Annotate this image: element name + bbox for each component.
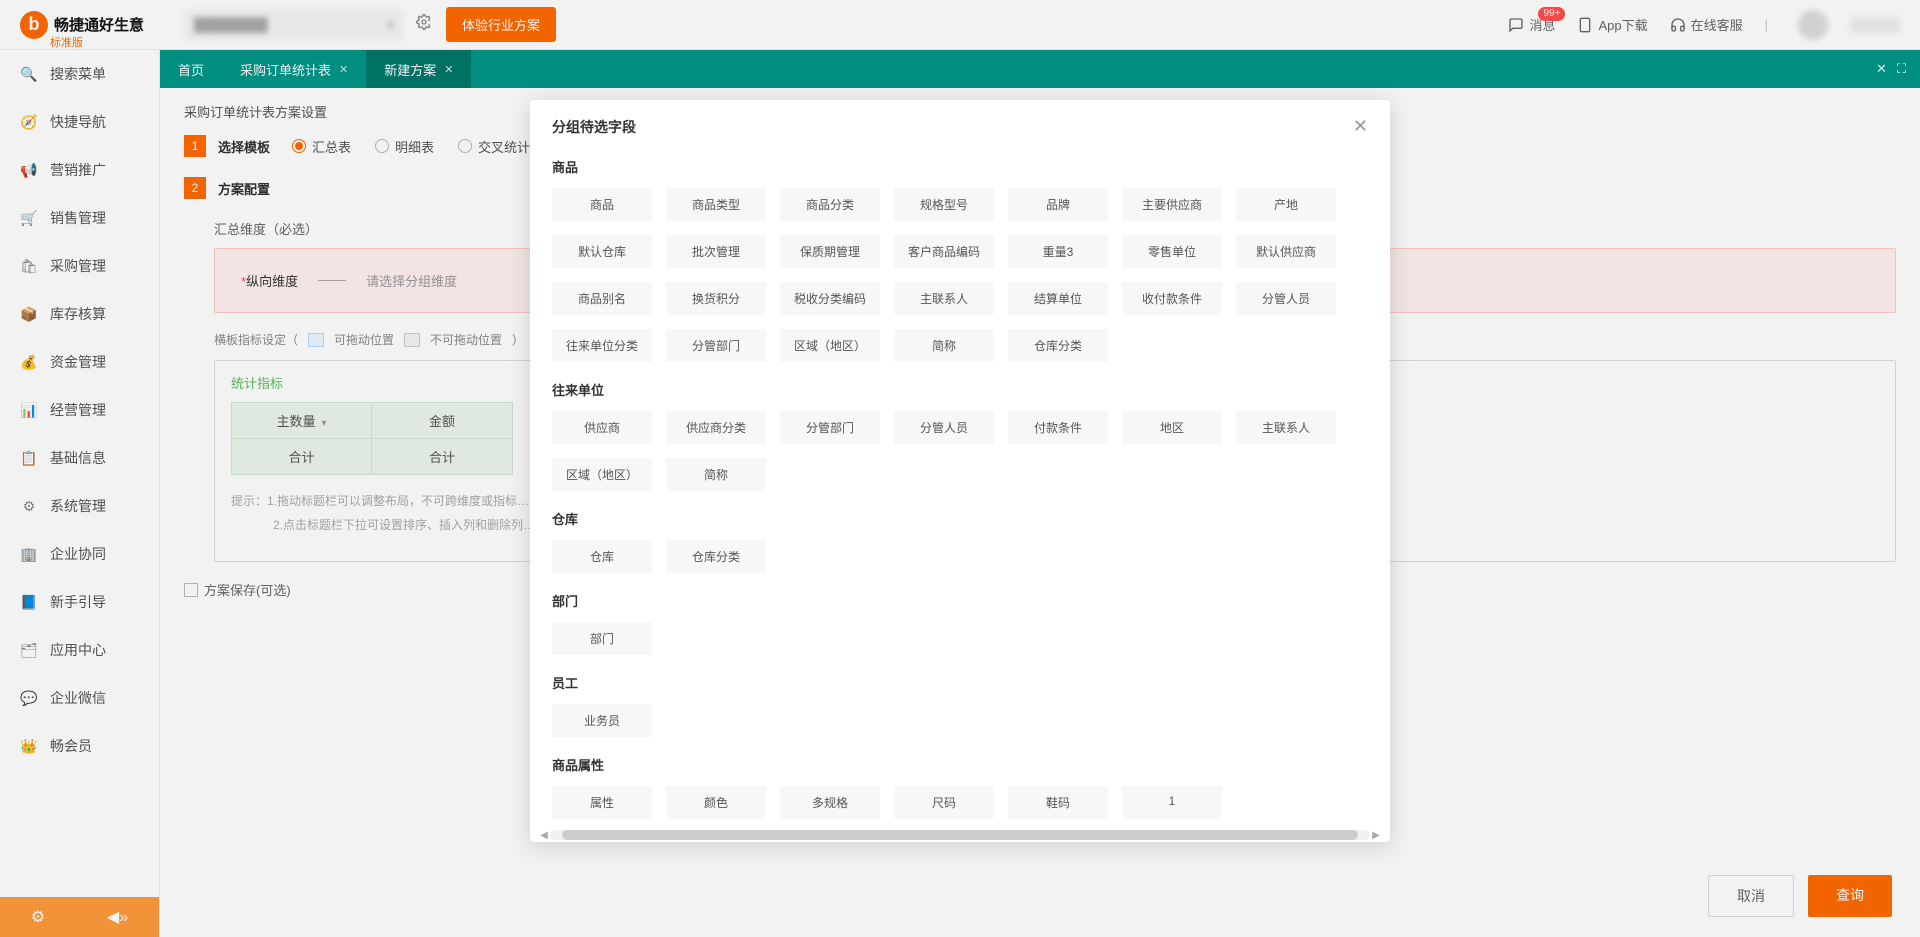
field-chip-grid: 部门	[552, 622, 1368, 655]
field-chip-grid: 商品商品类型商品分类规格型号品牌主要供应商产地默认仓库批次管理保质期管理客户商品…	[552, 188, 1368, 362]
field-chip[interactable]: 供应商分类	[666, 411, 766, 444]
field-section-title: 商品	[552, 157, 1368, 176]
field-section: 仓库仓库仓库分类	[552, 509, 1368, 573]
modal-h-scrollbar[interactable]: ◀ ▶	[530, 828, 1390, 842]
field-chip[interactable]: 地区	[1122, 411, 1222, 444]
field-chip[interactable]: 主联系人	[1236, 411, 1336, 444]
field-chip[interactable]: 收付款条件	[1122, 282, 1222, 315]
field-chip[interactable]: 批次管理	[666, 235, 766, 268]
field-chip[interactable]: 部门	[552, 622, 652, 655]
field-chip[interactable]: 区域（地区）	[552, 458, 652, 491]
field-chip[interactable]: 分管部门	[666, 329, 766, 362]
field-chip[interactable]: 默认仓库	[552, 235, 652, 268]
field-chip[interactable]: 分管人员	[1236, 282, 1336, 315]
field-selector-modal: 分组待选字段 ✕ 商品商品商品类型商品分类规格型号品牌主要供应商产地默认仓库批次…	[530, 100, 1390, 842]
field-section: 往来单位供应商供应商分类分管部门分管人员付款条件地区主联系人区域（地区） 简称	[552, 380, 1368, 491]
field-section-title: 部门	[552, 591, 1368, 610]
field-chip[interactable]: 商品别名	[552, 282, 652, 315]
field-chip[interactable]: 属性	[552, 786, 652, 819]
field-chip[interactable]: 产地	[1236, 188, 1336, 221]
field-section-title: 往来单位	[552, 380, 1368, 399]
modal-close-icon[interactable]: ✕	[1353, 116, 1368, 137]
field-chip[interactable]: 1	[1122, 786, 1222, 819]
field-chip[interactable]: 商品分类	[780, 188, 880, 221]
field-chip[interactable]: 仓库分类	[666, 540, 766, 573]
field-chip[interactable]: 仓库分类	[1008, 329, 1108, 362]
field-section-title: 仓库	[552, 509, 1368, 528]
field-chip[interactable]: 业务员	[552, 704, 652, 737]
field-section: 商品属性属性颜色多规格尺码鞋码 1	[552, 755, 1368, 819]
field-chip[interactable]: 商品类型	[666, 188, 766, 221]
field-chip[interactable]: 往来单位分类	[552, 329, 652, 362]
field-chip[interactable]: 结算单位	[1008, 282, 1108, 315]
field-section: 商品商品商品类型商品分类规格型号品牌主要供应商产地默认仓库批次管理保质期管理客户…	[552, 157, 1368, 362]
field-chip[interactable]: 多规格	[780, 786, 880, 819]
field-chip[interactable]: 仓库	[552, 540, 652, 573]
field-chip[interactable]: 简称	[894, 329, 994, 362]
modal-header: 分组待选字段 ✕	[530, 100, 1390, 153]
field-chip-grid: 仓库仓库分类	[552, 540, 1368, 573]
field-section: 部门部门	[552, 591, 1368, 655]
field-chip[interactable]: 尺码	[894, 786, 994, 819]
field-section: 员工业务员	[552, 673, 1368, 737]
field-chip-grid: 业务员	[552, 704, 1368, 737]
field-section-title: 商品属性	[552, 755, 1368, 774]
field-chip[interactable]: 重量3	[1008, 235, 1108, 268]
modal-overlay[interactable]: 分组待选字段 ✕ 商品商品商品类型商品分类规格型号品牌主要供应商产地默认仓库批次…	[0, 0, 1920, 937]
field-chip-grid: 供应商供应商分类分管部门分管人员付款条件地区主联系人区域（地区） 简称	[552, 411, 1368, 491]
field-chip[interactable]: 保质期管理	[780, 235, 880, 268]
field-chip[interactable]: 税收分类编码	[780, 282, 880, 315]
field-chip[interactable]: 主联系人	[894, 282, 994, 315]
field-chip[interactable]: 零售单位	[1122, 235, 1222, 268]
field-section-title: 员工	[552, 673, 1368, 692]
field-chip[interactable]: 简称	[666, 458, 766, 491]
field-chip[interactable]: 付款条件	[1008, 411, 1108, 444]
field-chip[interactable]: 商品	[552, 188, 652, 221]
field-chip[interactable]: 分管人员	[894, 411, 994, 444]
modal-body[interactable]: 商品商品商品类型商品分类规格型号品牌主要供应商产地默认仓库批次管理保质期管理客户…	[530, 153, 1390, 828]
field-chip[interactable]: 分管部门	[780, 411, 880, 444]
field-chip[interactable]: 颜色	[666, 786, 766, 819]
field-chip[interactable]: 客户商品编码	[894, 235, 994, 268]
field-chip-grid: 属性颜色多规格尺码鞋码 1	[552, 786, 1368, 819]
modal-title: 分组待选字段	[552, 117, 636, 137]
field-chip[interactable]: 默认供应商	[1236, 235, 1336, 268]
field-chip[interactable]: 品牌	[1008, 188, 1108, 221]
field-chip[interactable]: 规格型号	[894, 188, 994, 221]
field-chip[interactable]: 供应商	[552, 411, 652, 444]
field-chip[interactable]: 换货积分	[666, 282, 766, 315]
field-chip[interactable]: 区域（地区）	[780, 329, 880, 362]
field-chip[interactable]: 鞋码	[1008, 786, 1108, 819]
field-chip[interactable]: 主要供应商	[1122, 188, 1222, 221]
